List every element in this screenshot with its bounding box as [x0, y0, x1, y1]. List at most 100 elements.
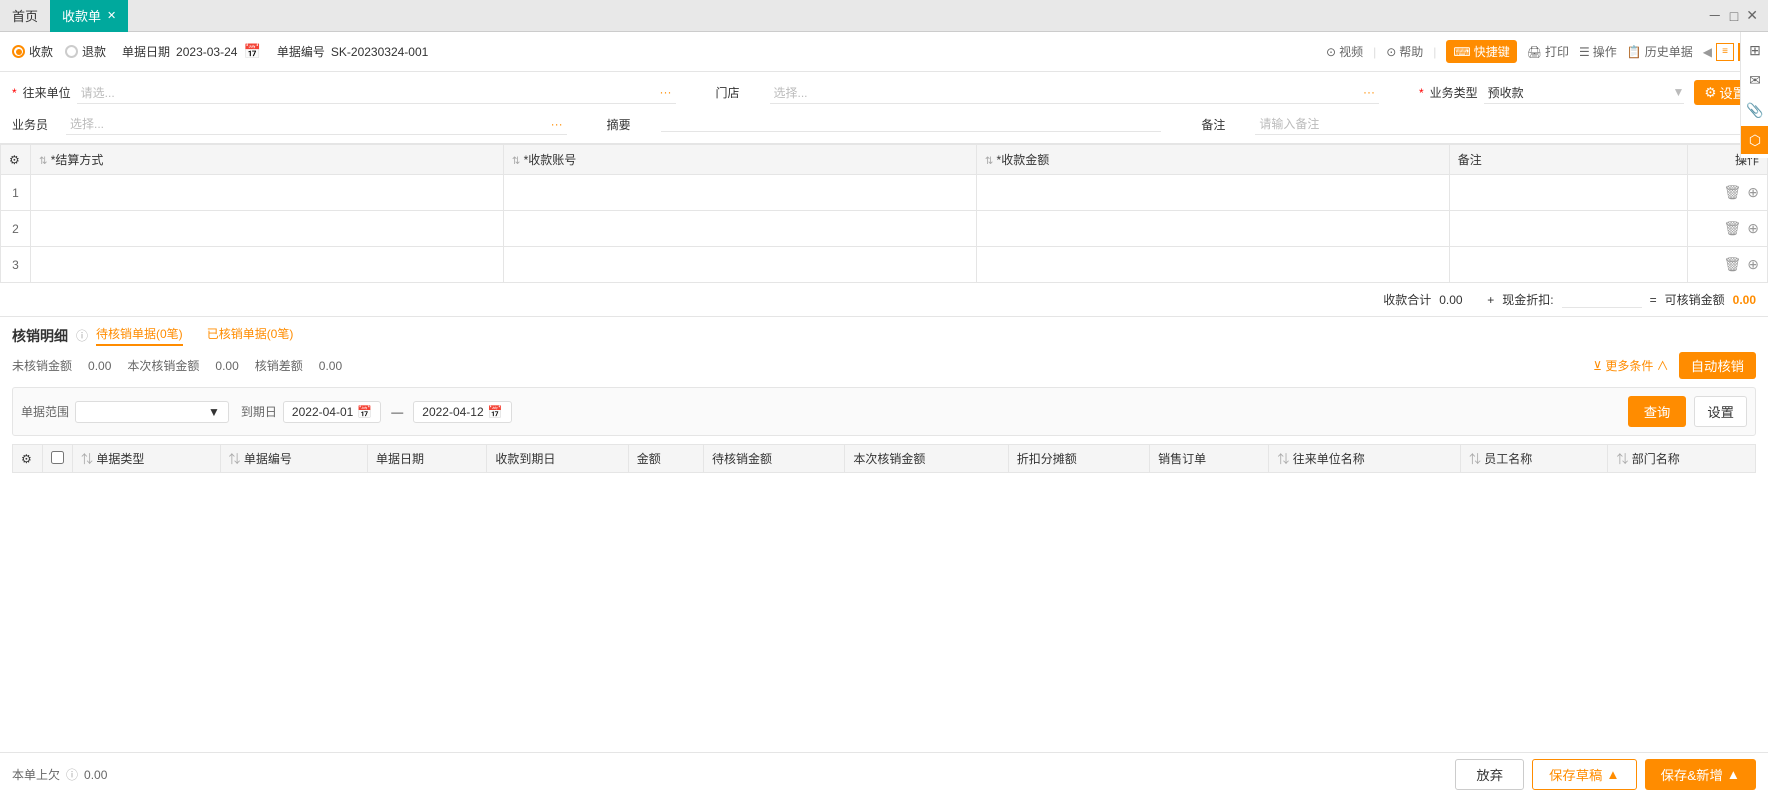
discount-input[interactable] [1562, 292, 1642, 308]
settings-col-header[interactable]: ⚙ [1, 145, 31, 175]
done-tab[interactable]: 已核销单据(0笔) [207, 325, 294, 346]
left-arrow-icon[interactable]: ◀ [1703, 45, 1712, 59]
verify-stats: 未核销金额 0.00 本次核销金额 0.00 核销差额 0.00 ⊻ 更多条件 … [12, 352, 1756, 379]
staff-more-btn[interactable]: ··· [547, 115, 567, 133]
row-1-amount[interactable] [976, 175, 1449, 211]
save-draft-button[interactable]: 保存草稿 ▲ [1532, 759, 1637, 790]
store-more-btn[interactable]: ··· [1359, 83, 1379, 101]
row-3-remarks[interactable] [1449, 247, 1687, 283]
auto-verify-button[interactable]: 自动核销 [1679, 352, 1756, 379]
tab-receipt[interactable]: 收款单 ✕ [50, 0, 128, 32]
amount-col-header[interactable]: ⇅ *收款金额 [976, 145, 1449, 175]
row-3-amount[interactable] [976, 247, 1449, 283]
video-label: 视频 [1339, 43, 1363, 60]
history-icon: 📋 [1627, 45, 1642, 59]
verify-settings-button[interactable]: 设置 [1694, 396, 1747, 427]
radio-receipt[interactable]: 收款 [12, 43, 53, 60]
row-3-account[interactable] [503, 247, 976, 283]
list-layout-icon[interactable]: ≡ [1716, 43, 1734, 61]
biz-type-input-wrap: 预收款 ▼ [1484, 82, 1685, 104]
sidebar-table-icon[interactable]: ⊞ [1741, 36, 1768, 64]
row-3-copy-icon[interactable]: ⊕ [1747, 256, 1759, 273]
print-label: 打印 [1545, 43, 1569, 60]
sidebar-screenshot-icon[interactable]: ⬡ [1741, 126, 1768, 154]
summary-input[interactable] [661, 117, 1162, 131]
row-1-delete-icon[interactable]: 🗑 [1723, 184, 1741, 201]
row-2-copy-icon[interactable]: ⊕ [1747, 220, 1759, 237]
settings-gear-icon: ⚙ [1704, 85, 1716, 101]
pending-tab[interactable]: 待核销单据(0笔) [96, 325, 183, 346]
help-button[interactable]: ⊙ 帮助 [1386, 43, 1423, 60]
range-select[interactable]: ▼ [75, 401, 229, 423]
remarks-input[interactable]: 请输入备注 [1255, 113, 1756, 134]
radio-refund[interactable]: 退款 [65, 43, 106, 60]
date-to-input[interactable]: 2022-04-12 📅 [413, 401, 511, 423]
row-1-settlement[interactable] [31, 175, 504, 211]
shortcut-icon: ⌨ [1453, 45, 1470, 59]
verify-amount-col: 金额 [628, 445, 703, 473]
maximize-button[interactable]: □ [1730, 8, 1738, 24]
sidebar-email-icon[interactable]: ✉ [1741, 66, 1768, 94]
row-1-account[interactable] [503, 175, 976, 211]
operation-button[interactable]: ☰ 操作 [1579, 43, 1617, 60]
staff-input[interactable]: 选择... [66, 113, 547, 134]
operation-icon: ☰ [1579, 45, 1590, 59]
biz-type-value: 预收款 [1484, 82, 1673, 103]
verify-number-col[interactable]: ⇅ 单据编号 [220, 445, 368, 473]
available-label: 可核销金额 [1665, 291, 1725, 308]
tab-close-icon[interactable]: ✕ [107, 9, 116, 22]
sidebar-attachment-icon[interactable]: 📎 [1741, 96, 1768, 124]
history-button[interactable]: 📋 历史单据 [1627, 43, 1693, 60]
counterpart-more-btn[interactable]: ··· [656, 83, 676, 101]
close-button[interactable]: ✕ [1746, 7, 1758, 24]
row-3-settlement[interactable] [31, 247, 504, 283]
biz-type-dropdown-icon[interactable]: ▼ [1673, 85, 1685, 99]
summary-input-wrap [661, 117, 1162, 132]
row-3-delete-icon[interactable]: 🗑 [1723, 256, 1741, 273]
row-1-action: 🗑 ⊕ [1688, 175, 1768, 211]
save-draft-arrow-icon[interactable]: ▲ [1606, 767, 1619, 782]
unchecked-value: 0.00 [88, 359, 111, 373]
table-row: 2 🗑 ⊕ [1, 211, 1768, 247]
save-new-button[interactable]: 保存&新增 ▲ [1645, 759, 1756, 790]
row-2-account[interactable] [503, 211, 976, 247]
more-conditions-link[interactable]: ⊻ 更多条件 ∧ [1593, 357, 1669, 374]
counterpart-input[interactable]: 请选... [77, 82, 656, 103]
discard-button[interactable]: 放弃 [1455, 759, 1524, 790]
row-1-remarks[interactable] [1449, 175, 1687, 211]
verify-select-all[interactable] [51, 451, 64, 464]
discount-label: 现金折扣: [1502, 291, 1553, 308]
this-order-info-icon[interactable]: ⓘ [66, 766, 78, 783]
bottom-left: 本单上欠 ⓘ 0.00 [12, 766, 107, 783]
row-2-amount[interactable] [976, 211, 1449, 247]
remarks-field: 备注 请输入备注 [1201, 113, 1756, 135]
verify-info-icon[interactable]: ⓘ [76, 327, 88, 344]
account-col-header[interactable]: ⇅ *收款账号 [503, 145, 976, 175]
print-button[interactable]: 🖨 打印 [1527, 43, 1569, 60]
unchecked-label: 未核销金额 [12, 357, 72, 374]
settlement-col-header[interactable]: ⇅ *结算方式 [31, 145, 504, 175]
save-new-arrow-icon[interactable]: ▲ [1727, 767, 1740, 782]
row-1-copy-icon[interactable]: ⊕ [1747, 184, 1759, 201]
verify-type-col[interactable]: ⇅ 单据类型 [73, 445, 221, 473]
help-label: 帮助 [1399, 43, 1423, 60]
minimize-button[interactable]: － [1708, 6, 1722, 26]
date-from-input[interactable]: 2022-04-01 📅 [283, 401, 381, 423]
verify-staff-col[interactable]: ⇅ 员工名称 [1460, 445, 1608, 473]
tab-home-label: 首页 [12, 6, 38, 25]
date-separator: — [387, 405, 407, 419]
video-button[interactable]: ⊙ 视频 [1326, 43, 1363, 60]
verify-counterpart-col[interactable]: ⇅ 往来单位名称 [1269, 445, 1461, 473]
query-button[interactable]: 查询 [1628, 396, 1687, 427]
date-calendar-icon[interactable]: 📅 [243, 43, 260, 60]
store-input[interactable]: 选择... [770, 82, 1360, 103]
shortcut-button[interactable]: ⌨ 快捷键 [1446, 40, 1516, 63]
tab-home[interactable]: 首页 [0, 0, 50, 32]
range-label: 单据范围 [21, 403, 69, 420]
row-2-settlement[interactable] [31, 211, 504, 247]
row-2-remarks[interactable] [1449, 211, 1687, 247]
verify-dept-col[interactable]: ⇅ 部门名称 [1608, 445, 1756, 473]
account-col-label: *收款账号 [524, 153, 577, 167]
row-2-delete-icon[interactable]: 🗑 [1723, 220, 1741, 237]
verify-gear-col[interactable]: ⚙ [13, 445, 43, 473]
